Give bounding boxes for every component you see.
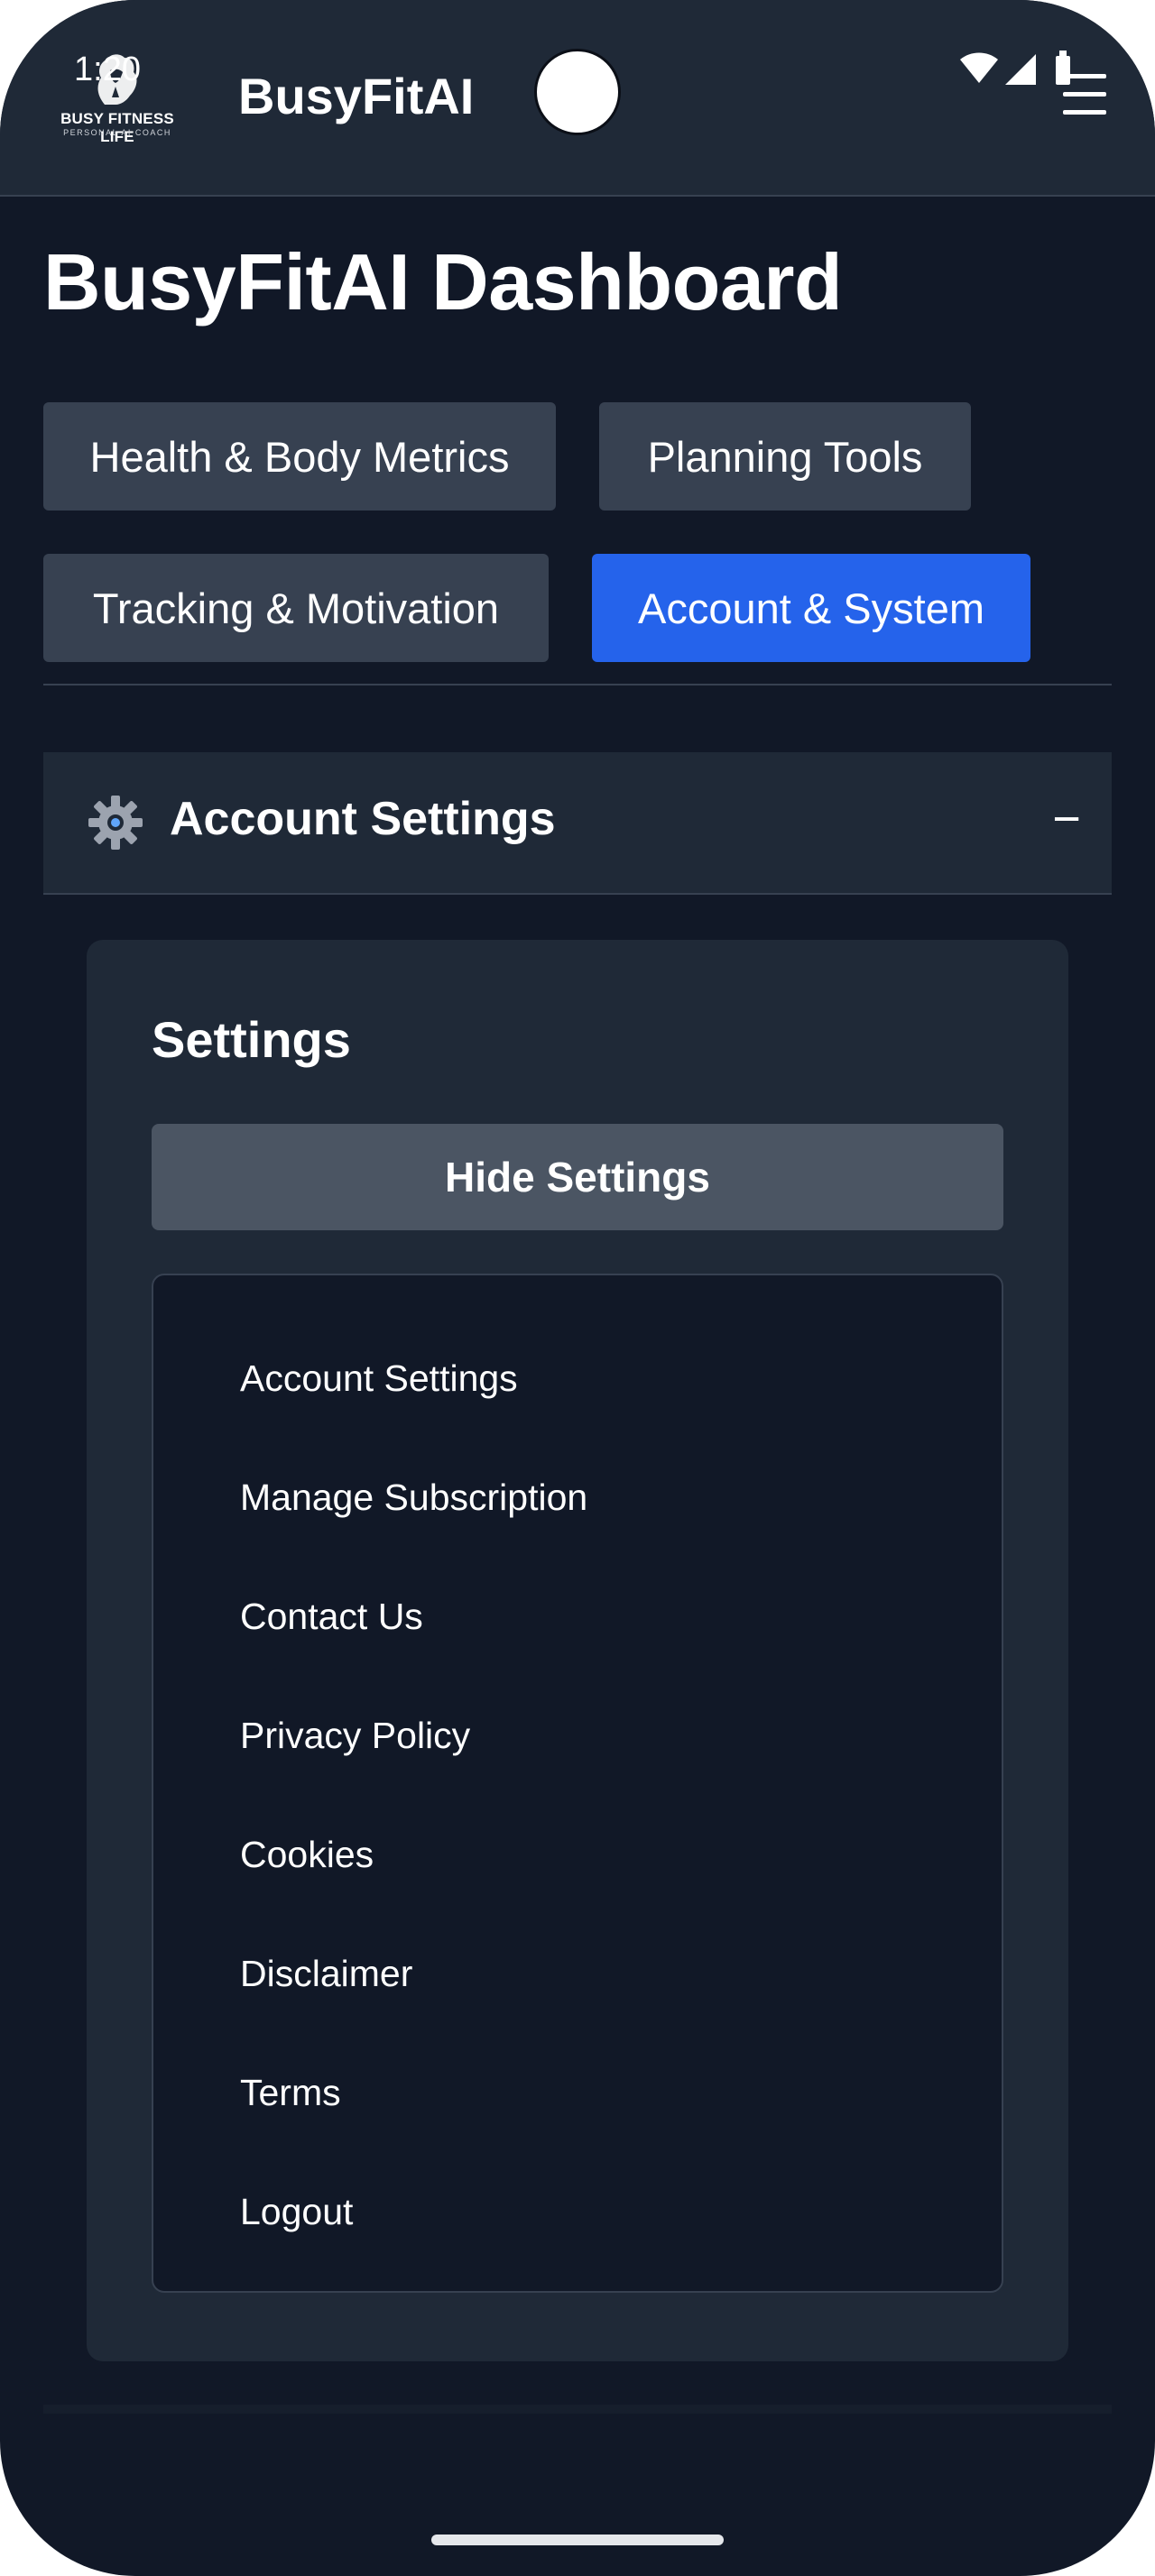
settings-menu-list: Account Settings Manage Subscription Con… (152, 1274, 1003, 2293)
menu-item-terms[interactable]: Terms (240, 2056, 341, 2129)
app-title: BusyFitAI (238, 68, 475, 124)
tab-planning-tools[interactable]: Planning Tools (599, 402, 971, 511)
tab-account-system[interactable]: Account & System (592, 554, 1030, 662)
collapse-toggle-icon[interactable]: − (1040, 783, 1094, 855)
wifi-icon (960, 52, 998, 83)
status-time: 1:20 (74, 51, 141, 88)
content-bottom-edge (43, 2405, 1112, 2414)
status-icons (960, 51, 1070, 85)
menu-item-disclaimer[interactable]: Disclaimer (240, 1937, 412, 2010)
page-title: BusyFitAI Dashboard (43, 237, 843, 327)
signal-icon (1005, 54, 1036, 85)
accordion-title: Account Settings (170, 793, 556, 845)
tab-health-body-metrics[interactable]: Health & Body Metrics (43, 402, 556, 511)
account-settings-accordion-header[interactable]: Account Settings − (43, 752, 1112, 895)
settings-card: Settings Hide Settings Account Settings … (87, 940, 1068, 2361)
hamburger-menu-icon[interactable] (1063, 74, 1106, 115)
app-bar: 1:20 BUSY FITNESS LIFE PERSONAL AI COACH… (0, 0, 1155, 197)
logo-tagline-text: PERSONAL AI COACH (63, 128, 171, 137)
settings-title: Settings (152, 1011, 351, 1068)
phone-screen: 1:20 BUSY FITNESS LIFE PERSONAL AI COACH… (0, 0, 1155, 2576)
gear-icon (88, 796, 143, 850)
home-indicator[interactable] (431, 2535, 724, 2545)
tab-tracking-motivation[interactable]: Tracking & Motivation (43, 554, 549, 662)
menu-item-account-settings[interactable]: Account Settings (240, 1342, 518, 1414)
front-camera (534, 49, 621, 135)
tabs-divider (43, 684, 1112, 685)
hide-settings-button[interactable]: Hide Settings (152, 1124, 1003, 1230)
app-logo[interactable]: 1:20 BUSY FITNESS LIFE PERSONAL AI COACH (45, 47, 189, 145)
menu-item-manage-subscription[interactable]: Manage Subscription (240, 1461, 587, 1533)
menu-item-logout[interactable]: Logout (240, 2176, 353, 2248)
menu-item-contact-us[interactable]: Contact Us (240, 1580, 423, 1652)
menu-item-privacy-policy[interactable]: Privacy Policy (240, 1699, 470, 1771)
menu-item-cookies[interactable]: Cookies (240, 1818, 374, 1891)
